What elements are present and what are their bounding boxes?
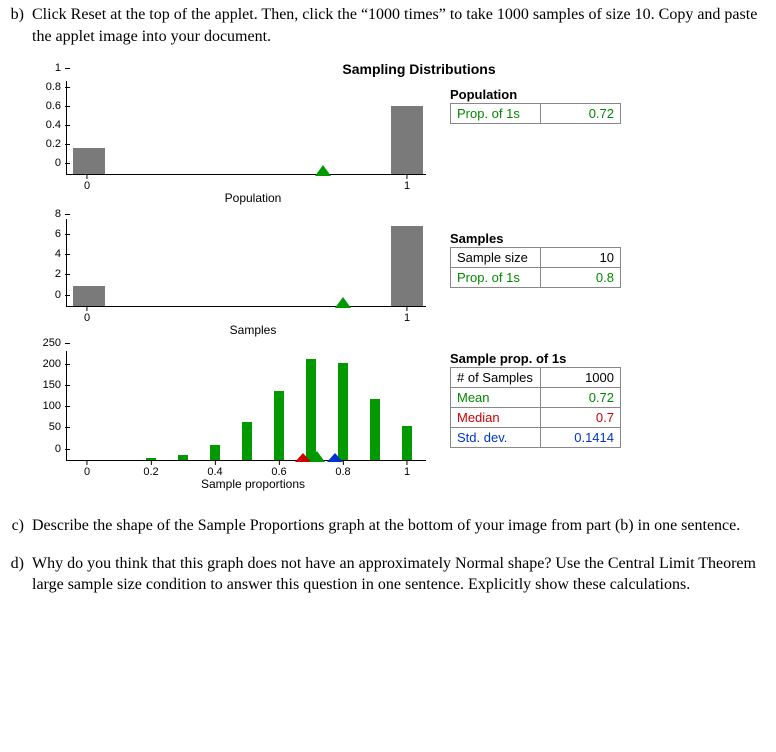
q-text-d: Why do you think that this graph does no… [32,553,768,596]
dist-table: # of Samples 1000 Mean 0.72 Median 0.7 S… [450,367,621,448]
applet: 0 0.2 0.4 0.6 0.8 1 0 1 Population Popul… [0,81,768,491]
samp-prop-label: Prop. of 1s [451,268,541,288]
pop-bar-0 [73,148,105,174]
samp-mean-marker-icon [335,297,351,308]
dist-bar [306,359,316,460]
dist-bar [210,445,220,460]
dist-median-label: Median [451,408,541,428]
dist-median-value: 0.7 [541,408,621,428]
population-row: 0 0.2 0.4 0.6 0.8 1 0 1 Population Popul… [20,81,768,205]
dist-bar [274,391,284,460]
samp-size-value: 10 [541,248,621,268]
q-label-c: c) [0,515,32,537]
samp-bar-0 [73,286,105,306]
applet-title: Sampling Distributions [0,61,768,77]
pop-table: Prop. of 1s 0.72 [450,103,621,124]
question-d: d) Why do you think that this graph does… [0,553,768,596]
pop-bar-1 [391,106,423,174]
dist-sd-value: 0.1414 [541,428,621,448]
dist-bar [338,363,348,460]
dist-n-value: 1000 [541,368,621,388]
dist-mean-label: Mean [451,388,541,408]
dist-bar [370,399,380,460]
population-chart: 0 0.2 0.4 0.6 0.8 1 0 1 Population [20,81,440,205]
q-label-b: b) [0,4,32,47]
samp-table: Sample size 10 Prop. of 1s 0.8 [450,247,621,288]
dist-mean-marker-icon [309,451,325,462]
question-c: c) Describe the shape of the Sample Prop… [0,515,768,537]
population-info: Population Prop. of 1s 0.72 [450,87,621,124]
pop-axis-label: Population [20,191,440,205]
pop-title: Population [450,87,621,102]
samp-prop-value: 0.8 [541,268,621,288]
dist-n-label: # of Samples [451,368,541,388]
dist-row: 0 50 100 150 200 250 0 0.2 0.4 0.6 0.8 1 [20,351,768,491]
dist-sd-marker-icon [327,453,343,462]
dist-bar [402,426,412,460]
dist-bar [146,458,156,460]
dist-mean-value: 0.72 [541,388,621,408]
pop-mean-marker-icon [315,165,331,176]
question-b: b) Click Reset at the top of the applet.… [0,4,768,47]
dist-title: Sample prop. of 1s [450,351,621,366]
samp-bar-1 [391,226,423,306]
dist-sd-label: Std. dev. [451,428,541,448]
dist-axis-label: Sample proportions [20,477,440,491]
samp-axis-label: Samples [20,323,440,337]
dist-chart: 0 50 100 150 200 250 0 0.2 0.4 0.6 0.8 1 [20,351,440,491]
q-label-d: d) [0,553,32,596]
pop-prop-value: 0.72 [541,104,621,124]
dist-bar [242,422,252,460]
pop-prop-label: Prop. of 1s [451,104,541,124]
samp-size-label: Sample size [451,248,541,268]
q-text-c: Describe the shape of the Sample Proport… [32,515,768,537]
samples-row: 0 2 4 6 8 0 1 Samples Samples Sample siz… [20,219,768,337]
dist-bar [178,455,188,460]
samples-info: Samples Sample size 10 Prop. of 1s 0.8 [450,231,621,288]
dist-info: Sample prop. of 1s # of Samples 1000 Mea… [450,351,621,448]
q-text-b: Click Reset at the top of the applet. Th… [32,4,768,47]
samples-chart: 0 2 4 6 8 0 1 Samples [20,219,440,337]
samp-title: Samples [450,231,621,246]
